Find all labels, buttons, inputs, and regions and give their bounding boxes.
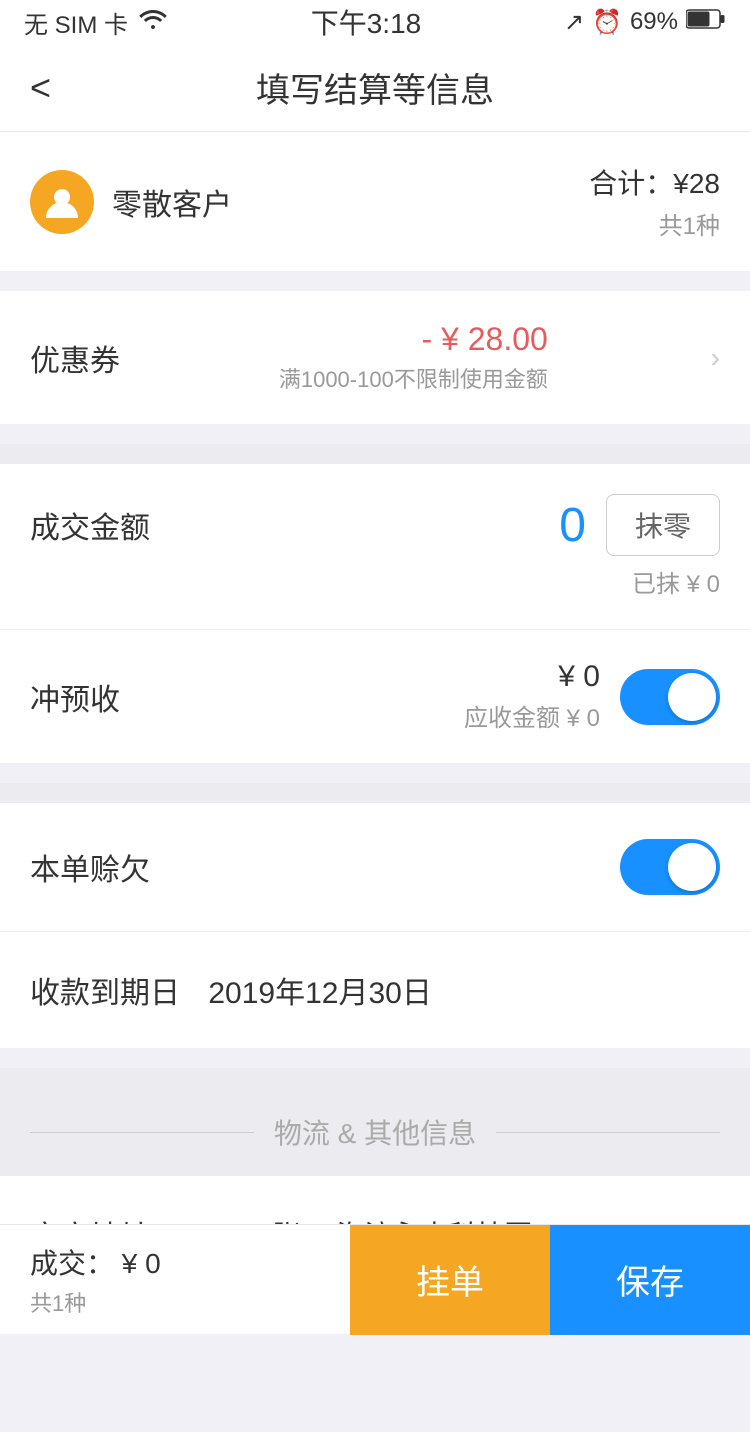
coupon-right: - ¥ 28.00 满1000-100不限制使用金额: [279, 321, 548, 394]
transaction-right: 0 抹零: [559, 494, 720, 556]
bottom-info: 成交： ¥ 0 共1种: [0, 1242, 350, 1318]
pending-button[interactable]: 挂单: [350, 1225, 550, 1335]
battery-text: 69%: [630, 8, 678, 36]
customer-count: 共1种: [589, 206, 720, 241]
customer-row: 零散客户 合计：¥28 共1种: [0, 132, 750, 271]
customer-avatar: [30, 170, 94, 234]
transaction-sub: 已抹 ¥ 0: [30, 564, 720, 599]
coupon-desc: 满1000-100不限制使用金额: [279, 362, 548, 394]
logistics-header: 物流 & 其他信息: [0, 1088, 750, 1176]
carrier-text: 无 SIM 卡: [24, 5, 128, 40]
battery-icon: [686, 8, 726, 37]
transaction-top: 成交金额 0 抹零: [30, 494, 720, 556]
prepay-label: 冲预收: [30, 675, 120, 719]
bottom-deal-amount: ¥ 0: [122, 1248, 161, 1279]
coupon-card[interactable]: 优惠券 - ¥ 28.00 满1000-100不限制使用金额 ›: [0, 291, 750, 424]
transaction-card: 成交金额 0 抹零 已抹 ¥ 0 冲预收 ¥ 0 应收金额 ¥ 0: [0, 464, 750, 763]
alarm-icon: ⏰: [592, 8, 622, 37]
status-left: 无 SIM 卡: [24, 5, 168, 40]
status-bar: 无 SIM 卡 下午3:18 ↗ ⏰ 69%: [0, 0, 750, 44]
coupon-section[interactable]: 优惠券 - ¥ 28.00 满1000-100不限制使用金额 ›: [0, 291, 750, 424]
status-right: ↗ ⏰ 69%: [564, 8, 726, 37]
coupon-chevron: ›: [711, 342, 720, 374]
debt-section: 本单赊欠: [0, 803, 750, 931]
coupon-amount: - ¥ 28.00: [279, 321, 548, 358]
save-button[interactable]: 保存: [550, 1225, 750, 1335]
prepay-sub: 应收金额 ¥ 0: [464, 698, 600, 733]
duedate-value: 2019年12月30日: [208, 977, 431, 1010]
prepay-right: ¥ 0 应收金额 ¥ 0: [464, 660, 720, 733]
bottom-bar: 成交： ¥ 0 共1种 挂单 保存: [0, 1224, 750, 1334]
divider-1: [0, 444, 750, 464]
divider-2: [0, 783, 750, 803]
status-time: 下午3:18: [311, 2, 422, 42]
customer-summary: 合计：¥28 共1种: [589, 162, 720, 241]
customer-card: 零散客户 合计：¥28 共1种: [0, 132, 750, 271]
prepay-values: ¥ 0 应收金额 ¥ 0: [464, 660, 600, 733]
prepay-amount: ¥ 0: [464, 660, 600, 694]
transaction-value: 0: [559, 498, 586, 553]
back-button[interactable]: <: [30, 67, 51, 109]
debt-card: 本单赊欠 收款到期日 2019年12月30日: [0, 803, 750, 1048]
duedate-label: 收款到期日: [30, 977, 180, 1010]
customer-total: 合计：¥28: [589, 162, 720, 202]
logistics-line: 物流 & 其他信息: [30, 1112, 720, 1152]
prepay-toggle[interactable]: [620, 669, 720, 725]
debt-toggle[interactable]: [620, 839, 720, 895]
bottom-deal: 成交： ¥ 0: [30, 1242, 320, 1282]
transaction-label: 成交金额: [30, 503, 150, 547]
customer-name: 零散客户: [112, 180, 232, 224]
nav-title: 填写结算等信息: [256, 63, 494, 112]
divider-3: [0, 1068, 750, 1088]
wifi-icon: [138, 7, 168, 38]
round-button[interactable]: 抹零: [606, 494, 720, 556]
transaction-section: 成交金额 0 抹零 已抹 ¥ 0: [0, 464, 750, 629]
logistics-title: 物流 & 其他信息: [274, 1112, 476, 1152]
location-icon: ↗: [564, 8, 584, 37]
bottom-count: 共1种: [30, 1286, 320, 1318]
nav-bar: < 填写结算等信息: [0, 44, 750, 132]
duedate-section: 收款到期日 2019年12月30日: [0, 931, 750, 1048]
debt-label: 本单赊欠: [30, 845, 150, 889]
prepay-section: 冲预收 ¥ 0 应收金额 ¥ 0: [0, 629, 750, 763]
coupon-label: 优惠券: [30, 336, 120, 380]
bottom-deal-label: 成交：: [30, 1248, 114, 1279]
customer-left: 零散客户: [30, 170, 232, 234]
